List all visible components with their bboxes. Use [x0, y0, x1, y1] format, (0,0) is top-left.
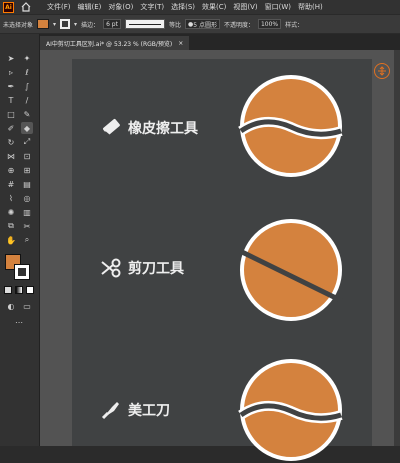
- curvature-tool-icon[interactable]: ∫: [21, 80, 33, 92]
- selection-tool-icon[interactable]: ➤: [5, 52, 17, 64]
- none-mode-icon[interactable]: [26, 286, 34, 294]
- row-label: 剪刀工具: [128, 261, 184, 277]
- eraser-tool-icon[interactable]: ◆: [21, 122, 33, 134]
- stroke-label[interactable]: 描边：: [81, 20, 99, 29]
- hand-tool-icon[interactable]: ✋: [5, 234, 17, 246]
- gradient-tool-icon[interactable]: ▤: [21, 178, 33, 190]
- rectangle-tool-icon[interactable]: □: [5, 108, 17, 120]
- more-tools-icon[interactable]: ⋯: [13, 316, 25, 328]
- fill-swatch[interactable]: [37, 19, 50, 29]
- zoom-tool-icon[interactable]: ⌕: [21, 234, 33, 246]
- style-label[interactable]: 样式：: [285, 20, 303, 29]
- lasso-tool-icon[interactable]: ℓ: [21, 66, 33, 78]
- menu-item[interactable]: 文字(T): [140, 2, 164, 12]
- row-label: 美工刀: [128, 403, 170, 419]
- paintbrush-tool-icon[interactable]: ✎: [21, 108, 33, 120]
- menu-item[interactable]: 对象(O): [108, 2, 133, 12]
- scissors-example-circle[interactable]: [238, 217, 344, 323]
- slice-tool-icon[interactable]: ✂: [21, 220, 33, 232]
- row-eraser: 橡皮擦工具: [100, 117, 198, 139]
- home-icon[interactable]: [19, 1, 33, 13]
- perspective-grid-tool-icon[interactable]: ⊞: [21, 164, 33, 176]
- graph-tool-icon[interactable]: ▥: [21, 206, 33, 218]
- row-knife: 美工刀: [100, 399, 170, 421]
- menu-item[interactable]: 选择(S): [171, 2, 195, 12]
- menu-item[interactable]: 编辑(E): [78, 2, 102, 12]
- width-tool-icon[interactable]: ⋈: [5, 150, 17, 162]
- eraser-icon: [103, 118, 120, 138]
- stroke-inner: [18, 268, 26, 276]
- row-scissors: 剪刀工具: [100, 257, 184, 279]
- brush-label: 5 点圆形: [193, 21, 217, 29]
- pen-tool-icon[interactable]: ✒: [5, 80, 17, 92]
- knife-example-circle[interactable]: [238, 357, 344, 463]
- variable-width-profile[interactable]: [124, 19, 165, 29]
- menu-item[interactable]: 视图(V): [233, 2, 257, 12]
- chevron-down-icon[interactable]: ▾: [74, 21, 77, 28]
- control-bar: 未选择对象 ▾ ▾ 描边： 6 pt 等比 ● 5 点圆形 不透明度： 100%…: [0, 14, 400, 34]
- close-icon[interactable]: ×: [178, 40, 183, 47]
- brush-definition[interactable]: ● 5 点圆形: [184, 19, 220, 29]
- opacity-field[interactable]: 100%: [257, 19, 282, 29]
- vertical-scrollbar[interactable]: [394, 50, 400, 446]
- knife-icon: [101, 402, 119, 420]
- eraser-example-circle[interactable]: [238, 73, 344, 179]
- screen-mode-icon[interactable]: ▭: [21, 300, 33, 312]
- document-tab-bar: AI中剪切工具区别.ai* @ 53.23 % (RGB/预览) ×: [40, 34, 400, 50]
- direct-selection-tool-icon[interactable]: ▹: [5, 66, 17, 78]
- shaper-tool-icon[interactable]: ✐: [5, 122, 17, 134]
- document-tab-title: AI中剪切工具区别.ai* @ 53.23 % (RGB/预览): [46, 40, 173, 48]
- stroke-weight-field[interactable]: 6 pt: [103, 19, 121, 29]
- draw-mode-icon[interactable]: ◐: [5, 300, 17, 312]
- profile-label: 等比: [168, 21, 181, 29]
- symbol-sprayer-tool-icon[interactable]: ✺: [5, 206, 17, 218]
- chevron-down-icon[interactable]: ▾: [53, 21, 56, 28]
- magic-wand-tool-icon[interactable]: ✦: [21, 52, 33, 64]
- stroke-swatch[interactable]: [60, 19, 71, 29]
- menu-items: 文件(F) 编辑(E) 对象(O) 文字(T) 选择(S) 效果(C) 视图(V) 窗口(W)…: [47, 2, 323, 12]
- color-mode-icon[interactable]: [4, 286, 12, 294]
- mesh-tool-icon[interactable]: #: [5, 178, 17, 190]
- row-label: 橡皮擦工具: [128, 121, 198, 137]
- opacity-label[interactable]: 不透明度：: [224, 20, 254, 29]
- selection-status: 未选择对象: [3, 21, 34, 29]
- scissors-icon: [101, 258, 121, 278]
- menu-item[interactable]: 窗口(W): [265, 2, 291, 12]
- line-tool-icon[interactable]: /: [21, 94, 33, 106]
- app-logo: Ai: [3, 1, 14, 13]
- stroke-color-box[interactable]: [14, 264, 30, 280]
- navigator-icon[interactable]: [374, 63, 390, 79]
- menu-bar: Ai 文件(F) 编辑(E) 对象(O) 文字(T) 选择(S) 效果(C) 视图(V) 窗口…: [0, 0, 400, 14]
- menu-item[interactable]: 帮助(H): [298, 2, 323, 12]
- gradient-mode-icon[interactable]: [15, 286, 23, 294]
- scale-tool-icon[interactable]: ⤢: [21, 136, 33, 148]
- shape-builder-tool-icon[interactable]: ⊕: [5, 164, 17, 176]
- free-transform-tool-icon[interactable]: ⊡: [21, 150, 33, 162]
- artboard-tool-icon[interactable]: ⧉: [5, 220, 17, 232]
- menu-item[interactable]: 效果(C): [202, 2, 226, 12]
- tools-panel: ➤ ✦ ▹ ℓ ✒ ∫ T / □ ✎ ✐ ◆ ↻ ⤢ ⋈ ⊡ ⊕ ⊞ # ▤ …: [0, 34, 40, 446]
- eyedropper-tool-icon[interactable]: ⌇: [5, 192, 17, 204]
- document-tab[interactable]: AI中剪切工具区别.ai* @ 53.23 % (RGB/预览) ×: [40, 36, 190, 50]
- rotate-tool-icon[interactable]: ↻: [5, 136, 17, 148]
- blend-tool-icon[interactable]: ◎: [21, 192, 33, 204]
- menu-item[interactable]: 文件(F): [47, 2, 71, 12]
- artboard[interactable]: 橡皮擦工具 剪刀工具 美工刀: [72, 59, 372, 461]
- type-tool-icon[interactable]: T: [5, 94, 17, 106]
